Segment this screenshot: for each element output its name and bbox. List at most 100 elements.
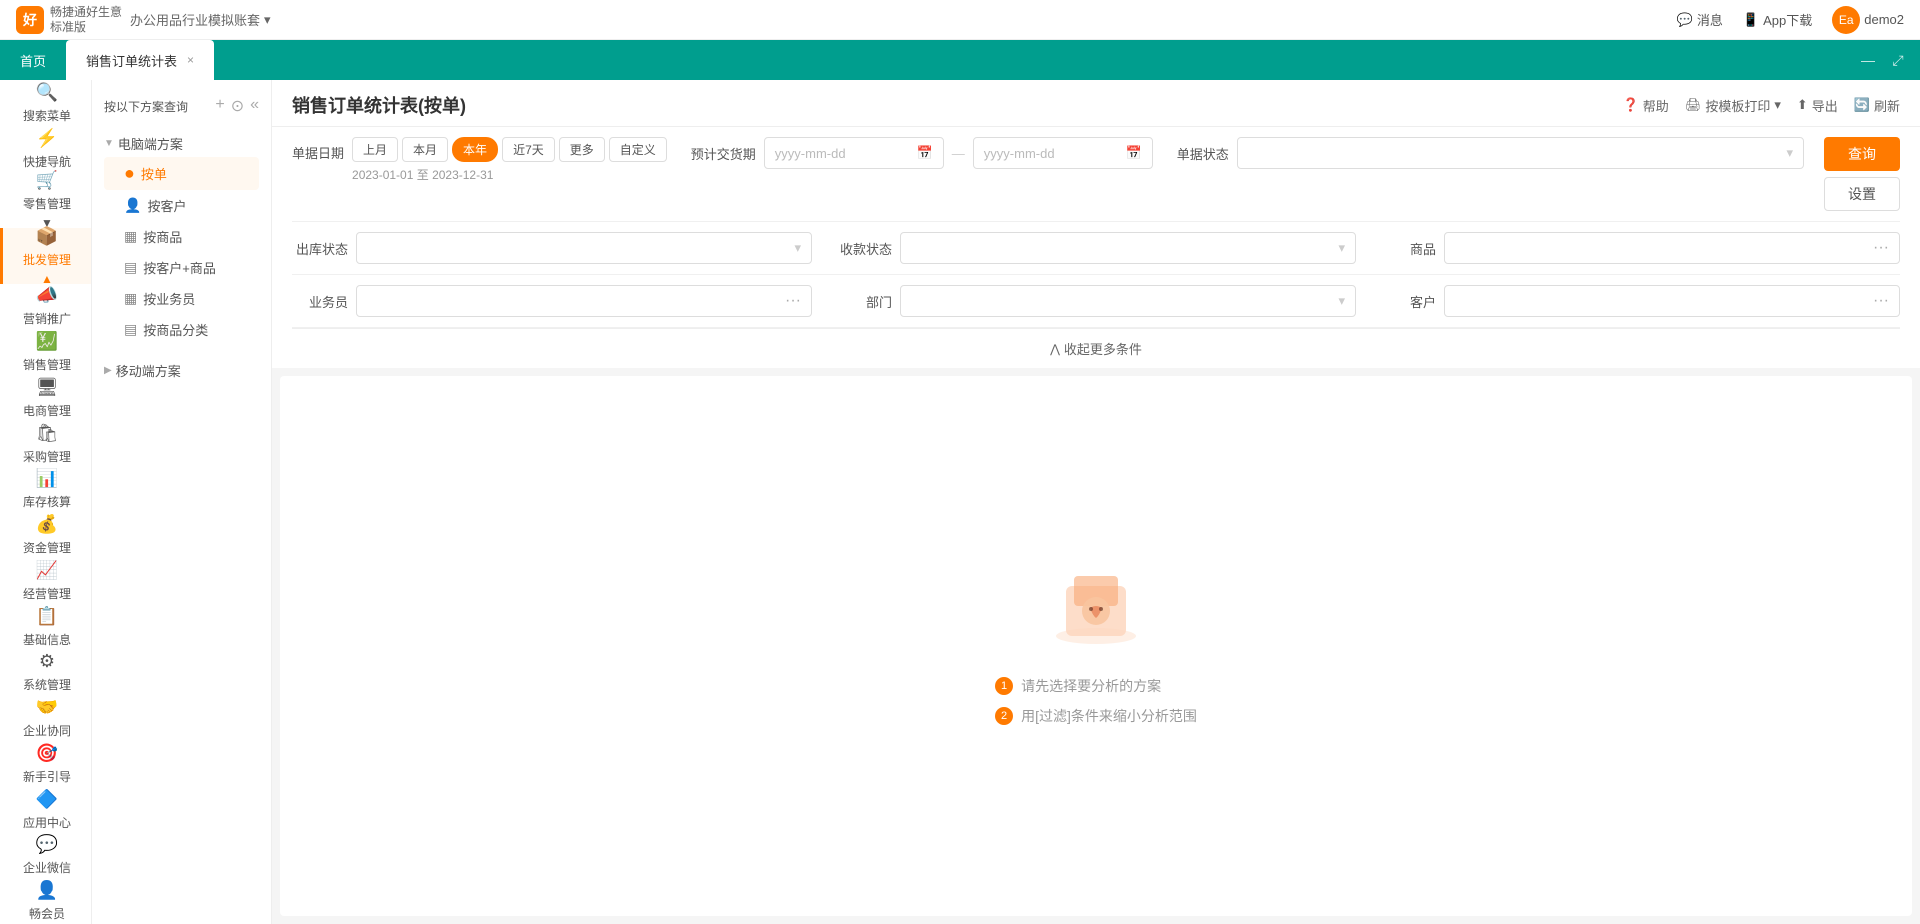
- mobile-scheme-section: ▶ 移动端方案: [92, 351, 271, 390]
- export-icon: ⬆: [1797, 97, 1808, 113]
- purchase-icon: 🛍: [36, 423, 59, 444]
- tab-bar-right: — ⤢: [1856, 48, 1920, 72]
- date-label: 单据日期: [292, 137, 344, 162]
- sidebar-item-tutorial[interactable]: 🎯 新手引导: [0, 741, 91, 787]
- wholesale-icon: 📦: [36, 226, 58, 247]
- app-download-button[interactable]: 📱 App下载: [1743, 10, 1812, 29]
- left-panel-header: 按以下方案查询 + ⊙ «: [92, 88, 271, 124]
- query-button[interactable]: 查询: [1824, 137, 1900, 171]
- empty-tips: 1 请先选择要分析的方案 2 用[过滤]条件来缩小分析范围: [995, 676, 1197, 736]
- enterprise-icon: 🤝: [36, 697, 58, 718]
- logo-area: 好 畅捷通好生意 标准版: [16, 5, 122, 34]
- sidebar-item-sales[interactable]: 💹 销售管理: [0, 329, 91, 375]
- sidebar-item-system[interactable]: ⚙ 系统管理: [0, 650, 91, 696]
- basic-info-icon: 📋: [36, 606, 58, 627]
- dept-select[interactable]: ▾: [900, 285, 1356, 317]
- message-button[interactable]: 💬 消息: [1677, 10, 1723, 29]
- expected-date-end-input[interactable]: yyyy-mm-dd 📅: [973, 137, 1153, 169]
- shipment-status-select[interactable]: ▾: [356, 232, 812, 264]
- mobile-section-arrow-icon: ▶: [104, 365, 112, 376]
- content-area: 按以下方案查询 + ⊙ « ▼ 电脑端方案 ● 按单 👤: [92, 80, 1920, 924]
- sidebar-item-marketing[interactable]: 📣 营销推广: [0, 284, 91, 330]
- tab-maximize-button[interactable]: ⤢: [1886, 48, 1910, 72]
- tip-1-number: 1: [995, 677, 1013, 695]
- refresh-button[interactable]: 🔄 刷新: [1854, 96, 1900, 115]
- collapse-filters-button[interactable]: ⋀ 收起更多条件: [292, 328, 1900, 368]
- download-icon: 📱: [1743, 12, 1759, 28]
- sidebar-item-basic-info[interactable]: 📋 基础信息: [0, 604, 91, 650]
- goods-filter-group: 商品 ···: [1380, 232, 1900, 264]
- help-icon: ❓: [1623, 97, 1639, 113]
- date-btn-more[interactable]: 更多: [559, 137, 605, 162]
- status-select[interactable]: ▾: [1237, 137, 1804, 169]
- goods-dots-icon: ···: [1873, 239, 1889, 257]
- reset-button[interactable]: 设置: [1824, 177, 1900, 211]
- sidebar-item-finance[interactable]: 💰 资金管理: [0, 512, 91, 558]
- sidebar-item-member[interactable]: 👤 畅会员: [0, 878, 91, 924]
- scheme-by-order[interactable]: ● 按单: [104, 157, 259, 190]
- sidebar-item-wholesale[interactable]: 📦 批发管理 ▲: [0, 228, 91, 284]
- top-bar-right: 💬 消息 📱 App下载 Ea demo2: [1677, 6, 1904, 34]
- date-filter-group: 单据日期 上月 本月 本年 近7天 更多 自定义 2023-01-01 至 20…: [292, 137, 667, 183]
- salesperson-dots-icon: ···: [785, 292, 801, 310]
- add-scheme-button[interactable]: +: [215, 96, 224, 116]
- mobile-scheme-title[interactable]: ▶ 移动端方案: [104, 357, 259, 384]
- date-btn-7days[interactable]: 近7天: [502, 137, 555, 162]
- sidebar-item-retail[interactable]: 🛒 零售管理 ▼: [0, 172, 91, 228]
- sidebar-item-purchase[interactable]: 🛍 采购管理: [0, 421, 91, 467]
- date-buttons-row: 上月 本月 本年 近7天 更多 自定义: [352, 137, 667, 162]
- dept-arrow-icon: ▾: [1338, 293, 1345, 309]
- message-icon: 💬: [1677, 12, 1693, 28]
- inventory-icon: 📊: [36, 468, 58, 489]
- empty-tip-1: 1 请先选择要分析的方案: [995, 676, 1197, 696]
- pc-scheme-title[interactable]: ▼ 电脑端方案: [104, 130, 259, 157]
- payment-status-group: 收款状态 ▾: [836, 232, 1356, 264]
- expected-date-start-input[interactable]: yyyy-mm-dd 📅: [764, 137, 944, 169]
- sidebar: 🔍 搜索菜单 ⚡ 快捷导航 🛒 零售管理 ▼ 📦 批发管理 ▲ 📣 营销推广 💹…: [0, 80, 92, 924]
- shipment-status-group: 出库状态 ▾: [292, 232, 812, 264]
- sidebar-item-wecom[interactable]: 💬 企业微信: [0, 833, 91, 879]
- salesperson-select[interactable]: ···: [356, 285, 812, 317]
- sidebar-item-nav[interactable]: ⚡ 快捷导航: [0, 126, 91, 172]
- tab-minimize-button[interactable]: —: [1856, 48, 1880, 72]
- date-btn-last-month[interactable]: 上月: [352, 137, 398, 162]
- tab-home[interactable]: 首页: [0, 40, 66, 80]
- scheme-by-goods[interactable]: ▦ 按商品: [104, 221, 259, 252]
- date-btn-custom[interactable]: 自定义: [609, 137, 667, 162]
- filter-row-2: 出库状态 ▾ 收款状态 ▾ 商品: [292, 222, 1900, 275]
- sidebar-item-search[interactable]: 🔍 搜索菜单: [0, 80, 91, 126]
- settings-scheme-button[interactable]: ⊙: [231, 96, 244, 116]
- scheme-by-salesperson[interactable]: ▦ 按业务员: [104, 283, 259, 314]
- collapse-panel-button[interactable]: «: [250, 96, 259, 116]
- calendar-icon-2: 📅: [1126, 145, 1142, 161]
- customer-select[interactable]: ···: [1444, 285, 1900, 317]
- scheme-by-customer-goods[interactable]: ▤ 按客户+商品: [104, 252, 259, 283]
- template-print-button[interactable]: 🖨 按模板打印 ▾: [1685, 96, 1781, 115]
- goods-select[interactable]: ···: [1444, 232, 1900, 264]
- tab-close-icon[interactable]: ×: [187, 53, 194, 67]
- tab-sales-order[interactable]: 销售订单统计表 ×: [66, 40, 214, 80]
- payment-status-select[interactable]: ▾: [900, 232, 1356, 264]
- dept-filter-group: 部门 ▾: [836, 285, 1356, 317]
- help-button[interactable]: ❓ 帮助: [1623, 96, 1669, 115]
- retail-icon: 🛒: [36, 170, 58, 191]
- sidebar-item-app-center[interactable]: 🔷 应用中心: [0, 787, 91, 833]
- scheme-by-customer[interactable]: 👤 按客户: [104, 190, 259, 221]
- top-bar: 好 畅捷通好生意 标准版 办公用品行业模拟账套 ▾ 💬 消息 📱 App下载 E…: [0, 0, 1920, 40]
- user-avatar-area[interactable]: Ea demo2: [1832, 6, 1904, 34]
- page-title: 销售订单统计表(按单): [292, 92, 466, 118]
- shipment-arrow-icon: ▾: [794, 240, 801, 256]
- sidebar-item-ecommerce[interactable]: 🖥 电商管理: [0, 375, 91, 421]
- sidebar-item-inventory[interactable]: 📊 库存核算: [0, 467, 91, 513]
- date-btn-this-month[interactable]: 本月: [402, 137, 448, 162]
- sidebar-item-management[interactable]: 📈 经营管理: [0, 558, 91, 604]
- customer-dots-icon: ···: [1873, 292, 1889, 310]
- system-icon: ⚙: [39, 651, 55, 672]
- date-btn-this-year[interactable]: 本年: [452, 137, 498, 162]
- print-arrow-icon: ▾: [1774, 97, 1781, 113]
- finance-icon: 💰: [36, 514, 58, 535]
- scheme-by-category[interactable]: ▤ 按商品分类: [104, 314, 259, 345]
- sidebar-item-enterprise[interactable]: 🤝 企业协同: [0, 695, 91, 741]
- export-button[interactable]: ⬆ 导出: [1797, 96, 1838, 115]
- date-separator: —: [952, 146, 965, 161]
